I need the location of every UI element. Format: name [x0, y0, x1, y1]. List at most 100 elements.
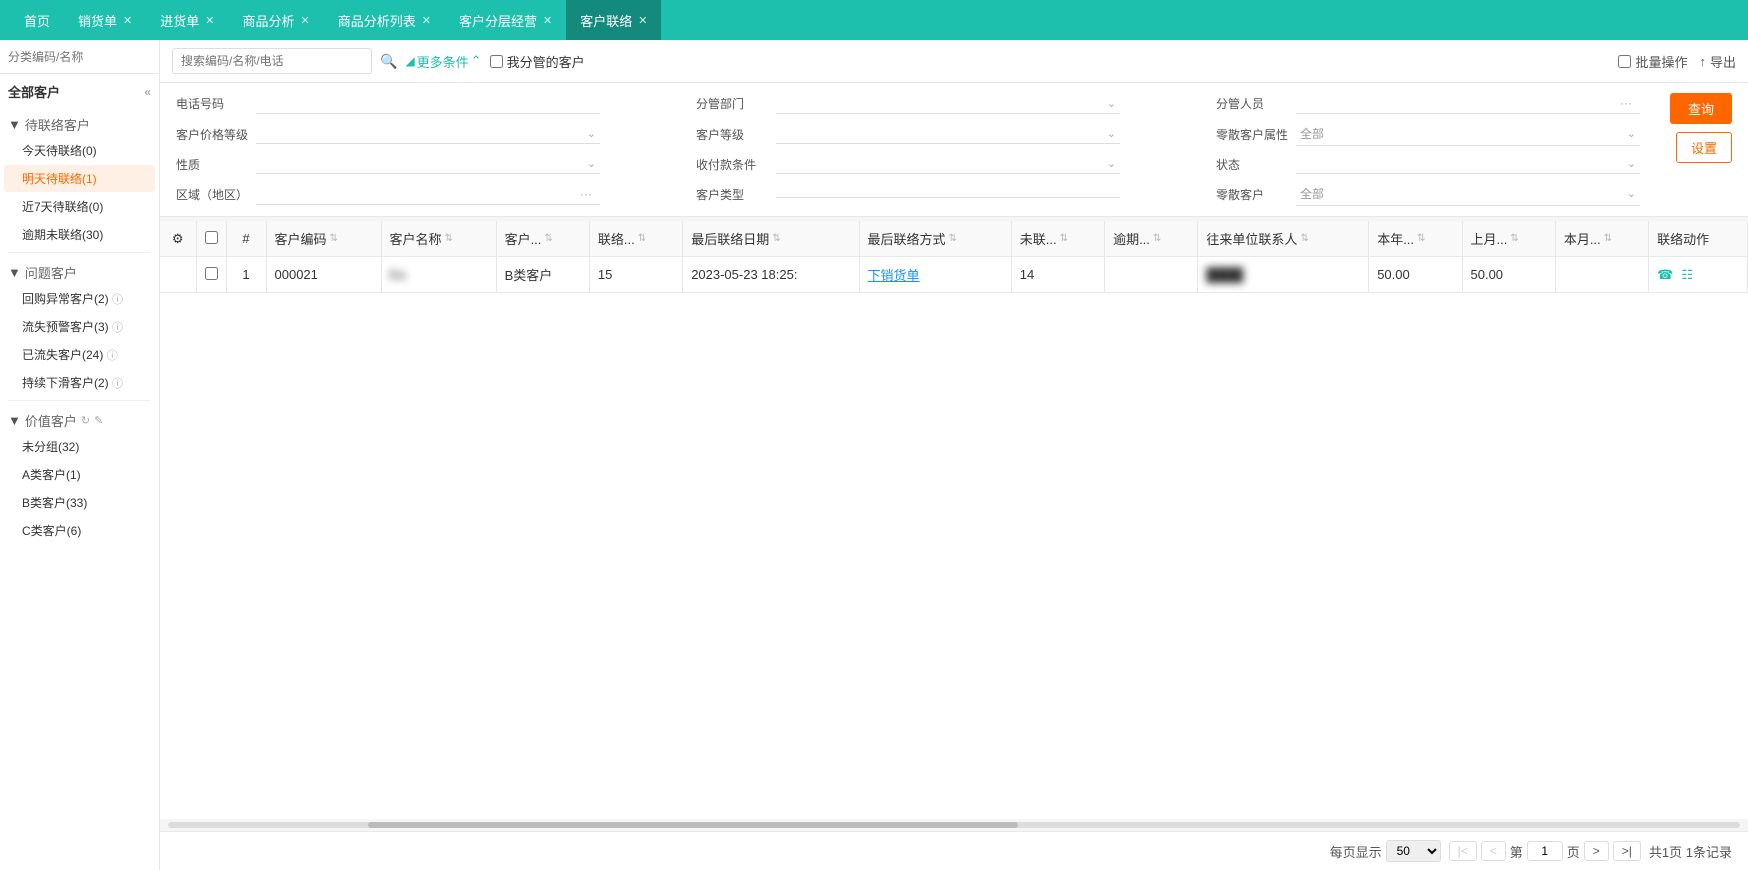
row-index: 1 — [226, 257, 266, 293]
sidebar-item-churn-warning[interactable]: 流失预警客户(3) ⓘ — [4, 313, 155, 340]
batch-op-checkbox-label[interactable]: 批量操作 — [1618, 52, 1687, 71]
th-overdue-label: 逾期... — [1113, 229, 1150, 248]
th-contact-label: 联络... — [598, 229, 635, 248]
page-size-select[interactable]: 50 20 100 200 — [1386, 840, 1441, 862]
my-customers-checkbox[interactable] — [490, 55, 503, 68]
scrollbar-thumb[interactable] — [368, 822, 1018, 828]
th-code-sort[interactable]: ⇅ — [330, 233, 338, 244]
th-overdue-sort[interactable]: ⇅ — [1153, 233, 1161, 244]
row-select-checkbox[interactable] — [205, 267, 218, 280]
query-button[interactable]: 查询 — [1670, 93, 1732, 124]
nav-tab-customer-contact-close[interactable]: ✕ — [638, 14, 647, 27]
sidebar-item-repurchase-abnormal[interactable]: 回购异常客户(2) ⓘ — [4, 285, 155, 312]
th-last-month-sort[interactable]: ⇅ — [1510, 233, 1518, 244]
sidebar-item-ungrouped[interactable]: 未分组(32) — [4, 433, 155, 460]
customer-type-select[interactable] — [776, 191, 1120, 198]
sidebar-all-customers[interactable]: 全部客户 « — [0, 74, 159, 109]
row-last-month: 50.00 — [1462, 257, 1555, 293]
payment-select[interactable]: ⌄ — [776, 154, 1120, 174]
sidebar-search-input[interactable] — [8, 50, 160, 64]
row-contact: 15 — [589, 257, 682, 293]
sidebar-item-a-class[interactable]: A类客户(1) — [4, 461, 155, 488]
action-phone-icon[interactable]: ☎ — [1657, 267, 1673, 283]
sidebar-item-c-class[interactable]: C类客户(6) — [4, 517, 155, 544]
action-grid-icon[interactable]: ☷ — [1681, 267, 1693, 283]
region-label: 区域（地区） — [176, 186, 256, 203]
content-area: 🔍 ◢ 更多条件 ⌃ 我分管的客户 批量操作 ↑ 导出 — [160, 40, 1748, 870]
nav-tab-salesorder-close[interactable]: ✕ — [123, 14, 132, 27]
first-page-button[interactable]: |< — [1449, 841, 1477, 861]
nature-arrow: ⌄ — [587, 157, 596, 170]
th-type-sort[interactable]: ⇅ — [544, 233, 552, 244]
th-not-contacted: 未联... ⇅ — [1011, 221, 1104, 257]
th-last-date-sort[interactable]: ⇅ — [772, 233, 780, 244]
payment-label: 收付款条件 — [696, 156, 776, 173]
row-last-method-link[interactable]: 下销货单 — [868, 268, 920, 283]
sidebar-item-today-contact[interactable]: 今天待联络(0) — [4, 137, 155, 164]
export-button[interactable]: ↑ 导出 — [1699, 52, 1736, 71]
retail-customer-select[interactable]: 全部 ⌄ — [1296, 182, 1640, 206]
price-level-select[interactable]: ⌄ — [256, 124, 600, 144]
nav-tab-customer-contact[interactable]: 客户联络 ✕ — [566, 0, 661, 40]
dept-select[interactable]: ⌄ — [776, 94, 1120, 114]
my-customers-checkbox-label[interactable]: 我分管的客户 — [490, 52, 585, 71]
search-button[interactable]: 🔍 — [380, 53, 397, 70]
sidebar-item-b-class[interactable]: B类客户(33) — [4, 489, 155, 516]
nav-tab-purchaseorder[interactable]: 进货单 ✕ — [146, 0, 228, 40]
person-dots[interactable]: ··· — [1616, 96, 1636, 110]
row-overdue — [1105, 257, 1198, 293]
nav-tab-salesorder[interactable]: 销货单 ✕ — [64, 0, 146, 40]
nav-tab-purchaseorder-close[interactable]: ✕ — [205, 14, 214, 27]
nature-select[interactable]: ⌄ — [256, 154, 600, 174]
region-dots[interactable]: ··· — [576, 187, 596, 201]
retail-attr-label: 零散客户属性 — [1216, 126, 1296, 143]
th-name-label: 客户名称 — [390, 229, 442, 248]
th-gear[interactable]: ⚙ — [160, 221, 196, 257]
sidebar-item-7days-contact[interactable]: 近7天待联络(0) — [4, 193, 155, 220]
phone-input[interactable] — [256, 93, 600, 114]
divider-1 — [8, 252, 151, 253]
page-number-input[interactable] — [1527, 841, 1563, 861]
retail-customer-text: 全部 — [1300, 185, 1627, 202]
th-this-year-sort[interactable]: ⇅ — [1417, 233, 1425, 244]
retail-attr-arrow: ⌄ — [1627, 127, 1636, 140]
status-select[interactable]: ⌄ — [1296, 154, 1640, 174]
more-conditions-button[interactable]: ◢ 更多条件 ⌃ — [405, 52, 481, 71]
customer-type-label: 客户类型 — [696, 186, 776, 203]
sidebar-search-area: 🔍 — [0, 40, 159, 74]
retail-attr-select[interactable]: 全部 ⌄ — [1296, 122, 1640, 146]
customer-level-select[interactable]: ⌄ — [776, 124, 1120, 144]
nav-tab-product-analysis-list-close[interactable]: ✕ — [422, 14, 431, 27]
th-not-contacted-sort[interactable]: ⇅ — [1060, 233, 1068, 244]
main-layout: 🔍 全部客户 « ▼ 待联络客户 今天待联络(0) 明天待联络(1) 近7天待联… — [0, 40, 1748, 870]
person-select[interactable]: ··· — [1296, 93, 1640, 114]
search-input[interactable] — [172, 48, 372, 74]
gear-icon: ⚙ — [172, 231, 184, 246]
nav-tab-product-analysis[interactable]: 商品分析 ✕ — [228, 0, 323, 40]
value-edit-icon[interactable]: ✎ — [94, 414, 103, 427]
th-this-month-sort[interactable]: ⇅ — [1604, 233, 1612, 244]
batch-op-checkbox[interactable] — [1618, 55, 1631, 68]
th-unit-contact-sort[interactable]: ⇅ — [1300, 233, 1308, 244]
sidebar-item-churned[interactable]: 已流失客户(24) ⓘ — [4, 341, 155, 368]
region-select[interactable]: ··· — [256, 184, 600, 205]
nav-home[interactable]: 首页 — [10, 0, 64, 40]
sidebar-item-declining[interactable]: 持续下滑客户(2) ⓘ — [4, 369, 155, 396]
prev-page-button[interactable]: < — [1481, 841, 1506, 861]
last-page-button[interactable]: >| — [1613, 841, 1641, 861]
horizontal-scrollbar[interactable] — [160, 819, 1748, 831]
th-contact-sort[interactable]: ⇅ — [638, 233, 646, 244]
nav-tab-product-analysis-close[interactable]: ✕ — [301, 14, 310, 27]
settings-button[interactable]: 设置 — [1676, 132, 1732, 163]
select-all-checkbox[interactable] — [205, 231, 218, 244]
nav-tab-customer-layered-close[interactable]: ✕ — [543, 14, 552, 27]
filter-field-customer-type: 客户类型 — [696, 186, 1120, 203]
th-last-method-sort[interactable]: ⇅ — [949, 233, 957, 244]
nav-tab-customer-layered[interactable]: 客户分层经营 ✕ — [445, 0, 566, 40]
th-name-sort[interactable]: ⇅ — [445, 233, 453, 244]
nav-tab-product-analysis-list[interactable]: 商品分析列表 ✕ — [324, 0, 445, 40]
next-page-button[interactable]: > — [1584, 841, 1609, 861]
value-refresh-icon[interactable]: ↻ — [81, 414, 90, 427]
sidebar-item-tomorrow-contact[interactable]: 明天待联络(1) — [4, 165, 155, 192]
sidebar-item-overdue-contact[interactable]: 逾期未联络(30) — [4, 221, 155, 248]
